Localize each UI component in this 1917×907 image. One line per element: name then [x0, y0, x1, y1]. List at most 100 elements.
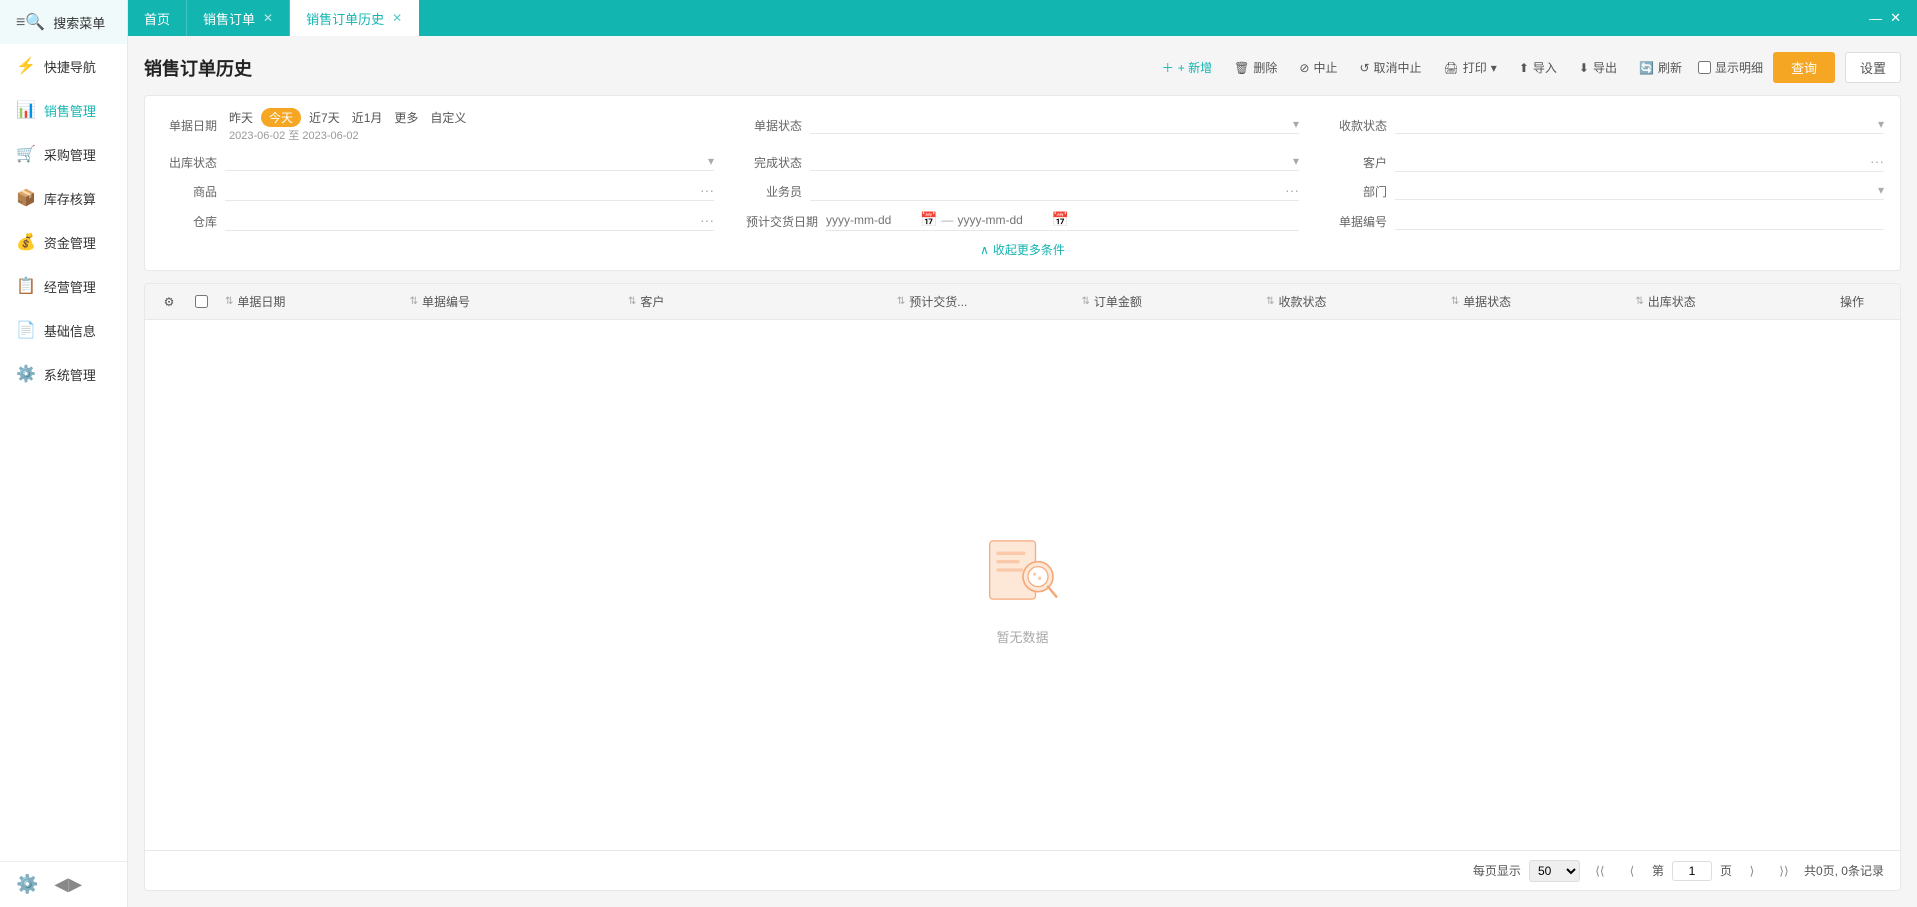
tab-home[interactable]: 首页: [128, 0, 187, 36]
window-close[interactable]: ✕: [1890, 10, 1901, 26]
page-number-input[interactable]: [1672, 861, 1712, 881]
th-delivery[interactable]: ⇅ 预计交货...: [889, 293, 1074, 310]
sidebar-item-base-info[interactable]: 📄 基础信息: [0, 308, 127, 352]
sales-mgmt-icon: 📊: [16, 100, 36, 120]
th-action: 操作: [1812, 293, 1892, 310]
sidebar-item-sales-mgmt[interactable]: 📊 销售管理: [0, 88, 127, 132]
btn-settings[interactable]: 设置: [1845, 52, 1901, 83]
date-opt-7days[interactable]: 近7天: [305, 108, 344, 127]
page-size-select[interactable]: 50 10 20 100: [1529, 860, 1580, 882]
btn-import[interactable]: ⬆ 导入: [1513, 55, 1563, 80]
print-arrow-icon: ▾: [1491, 61, 1497, 75]
tab-sales-order[interactable]: 销售订单 ✕: [187, 0, 290, 36]
collapse-up-icon: ∧: [980, 243, 989, 257]
sidebar-item-quick-nav-label: 快捷导航: [44, 57, 96, 76]
speaker-icon[interactable]: ◀▶: [54, 874, 82, 895]
delivery-date-calendar-end[interactable]: 📅: [1051, 211, 1068, 228]
th-checkbox[interactable]: [185, 295, 217, 308]
pay-status-arrow[interactable]: ▾: [1878, 117, 1884, 131]
th-out-status[interactable]: ⇅ 出库状态: [1627, 293, 1812, 310]
filter-complete-status-label: 完成状态: [746, 154, 802, 171]
out-status-arrow[interactable]: ▾: [708, 154, 714, 168]
date-opt-custom[interactable]: 自定义: [426, 108, 470, 127]
first-page-btn[interactable]: ⟨⟨: [1588, 859, 1612, 883]
delivery-date-calendar-start[interactable]: 📅: [920, 211, 937, 228]
display-detail-checkbox[interactable]: [1698, 61, 1711, 74]
filter-dept-control[interactable]: ▾: [1395, 183, 1884, 200]
warehouse-dots[interactable]: ···: [700, 212, 714, 228]
table-body: 暂无数据: [145, 320, 1900, 850]
th-date[interactable]: ⇅ 单据日期: [217, 293, 402, 310]
delete-icon: 🗑: [1234, 61, 1249, 75]
btn-refresh[interactable]: 🔄 刷新: [1633, 55, 1688, 80]
th-no[interactable]: ⇅ 单据编号: [402, 293, 620, 310]
filter-out-status-label: 出库状态: [161, 154, 217, 171]
filter-pay-status-control[interactable]: ▾: [1395, 117, 1884, 134]
filter-out-status-control[interactable]: ▾: [225, 154, 714, 171]
filter-warehouse-control[interactable]: ···: [225, 212, 714, 231]
btn-print[interactable]: 🖨 打印 ▾: [1438, 55, 1503, 80]
sidebar-item-purchase-mgmt[interactable]: 🛒 采购管理: [0, 132, 127, 176]
date-opt-today[interactable]: 今天: [261, 108, 301, 127]
dept-arrow[interactable]: ▾: [1878, 183, 1884, 197]
filter-customer-control[interactable]: ···: [1395, 153, 1884, 172]
refresh-icon: 🔄: [1639, 61, 1654, 75]
filter-pay-status-item: 收款状态 ▾: [1331, 117, 1884, 134]
goods-dots[interactable]: ···: [700, 182, 714, 198]
btn-new[interactable]: ＋ + 新增: [1156, 55, 1218, 80]
page-label: 第: [1652, 862, 1664, 879]
filter-bill-status-control[interactable]: ▾: [810, 117, 1299, 134]
settings-icon[interactable]: ⚙️: [16, 874, 38, 895]
filter-row-4: 仓库 ··· 预计交货日期 📅 — 📅: [161, 211, 1884, 231]
btn-export[interactable]: ⬇ 导出: [1573, 55, 1623, 80]
window-minimize[interactable]: —: [1869, 11, 1882, 26]
sidebar-item-search-menu[interactable]: ≡🔍 搜索菜单: [0, 0, 127, 44]
filter-complete-status-control[interactable]: ▾: [810, 154, 1299, 171]
sidebar-item-quick-nav[interactable]: ⚡ 快捷导航: [0, 44, 127, 88]
filter-date-item: 单据日期 昨天 今天 近7天 近1月 更多 自定义 2023-06-02 至 2…: [161, 108, 714, 143]
btn-delete[interactable]: 🗑 删除: [1228, 55, 1283, 80]
tab-sales-order-close[interactable]: ✕: [263, 11, 273, 25]
sidebar-item-finance-label: 资金管理: [44, 233, 96, 252]
filter-salesperson-control[interactable]: ···: [810, 182, 1299, 201]
filter-goods-control[interactable]: ···: [225, 182, 714, 201]
salesperson-dots[interactable]: ···: [1285, 182, 1299, 198]
customer-dots[interactable]: ···: [1870, 153, 1884, 169]
th-settings[interactable]: ⚙: [153, 295, 185, 309]
sidebar-item-operations[interactable]: 📋 经营管理: [0, 264, 127, 308]
bill-status-arrow[interactable]: ▾: [1293, 117, 1299, 131]
sidebar-item-finance[interactable]: 💰 资金管理: [0, 220, 127, 264]
filter-complete-status-item: 完成状态 ▾: [746, 154, 1299, 171]
sort-out-status-icon: ⇅: [1635, 296, 1643, 307]
sidebar-item-sys-mgmt[interactable]: ⚙️ 系统管理: [0, 352, 127, 396]
btn-query[interactable]: 查询: [1773, 52, 1835, 83]
btn-cancel-stop[interactable]: ↺ 取消中止: [1353, 55, 1427, 80]
btn-stop[interactable]: ⊘ 中止: [1293, 55, 1343, 80]
toolbar: ＋ + 新增 🗑 删除 ⊘ 中止 ↺ 取消中止 🖨 打印: [1156, 52, 1901, 83]
filter-pay-status-label: 收款状态: [1331, 117, 1387, 134]
date-opt-yesterday[interactable]: 昨天: [225, 108, 257, 127]
date-opt-1month[interactable]: 近1月: [348, 108, 387, 127]
last-page-btn[interactable]: ⟩⟩: [1772, 859, 1796, 883]
date-opt-more[interactable]: 更多: [390, 108, 422, 127]
select-all-checkbox[interactable]: [195, 295, 208, 308]
th-pay-status[interactable]: ⇅ 收款状态: [1258, 293, 1443, 310]
filter-collapse-row[interactable]: ∧ 收起更多条件: [161, 241, 1884, 258]
page-title: 销售订单历史: [144, 55, 252, 81]
empty-state: 暂无数据: [973, 525, 1073, 646]
tab-sales-order-history[interactable]: 销售订单历史 ✕: [290, 0, 419, 36]
bill-no-input[interactable]: [1395, 213, 1884, 227]
filter-bill-no-control[interactable]: [1395, 213, 1884, 230]
sidebar-item-inventory[interactable]: 📦 库存核算: [0, 176, 127, 220]
sort-delivery-icon: ⇅: [897, 296, 905, 307]
delivery-date-start-input[interactable]: [826, 213, 916, 227]
delivery-date-end-input[interactable]: [957, 213, 1047, 227]
complete-status-arrow[interactable]: ▾: [1293, 154, 1299, 168]
th-amount[interactable]: ⇅ 订单金额: [1074, 293, 1259, 310]
tab-sales-order-history-close[interactable]: ✕: [392, 11, 402, 25]
prev-page-btn[interactable]: ⟨: [1620, 859, 1644, 883]
filter-panel: 单据日期 昨天 今天 近7天 近1月 更多 自定义 2023-06-02 至 2…: [144, 95, 1901, 271]
next-page-btn[interactable]: ⟩: [1740, 859, 1764, 883]
th-customer[interactable]: ⇅ 客户: [620, 293, 889, 310]
th-bill-status[interactable]: ⇅ 单据状态: [1443, 293, 1628, 310]
